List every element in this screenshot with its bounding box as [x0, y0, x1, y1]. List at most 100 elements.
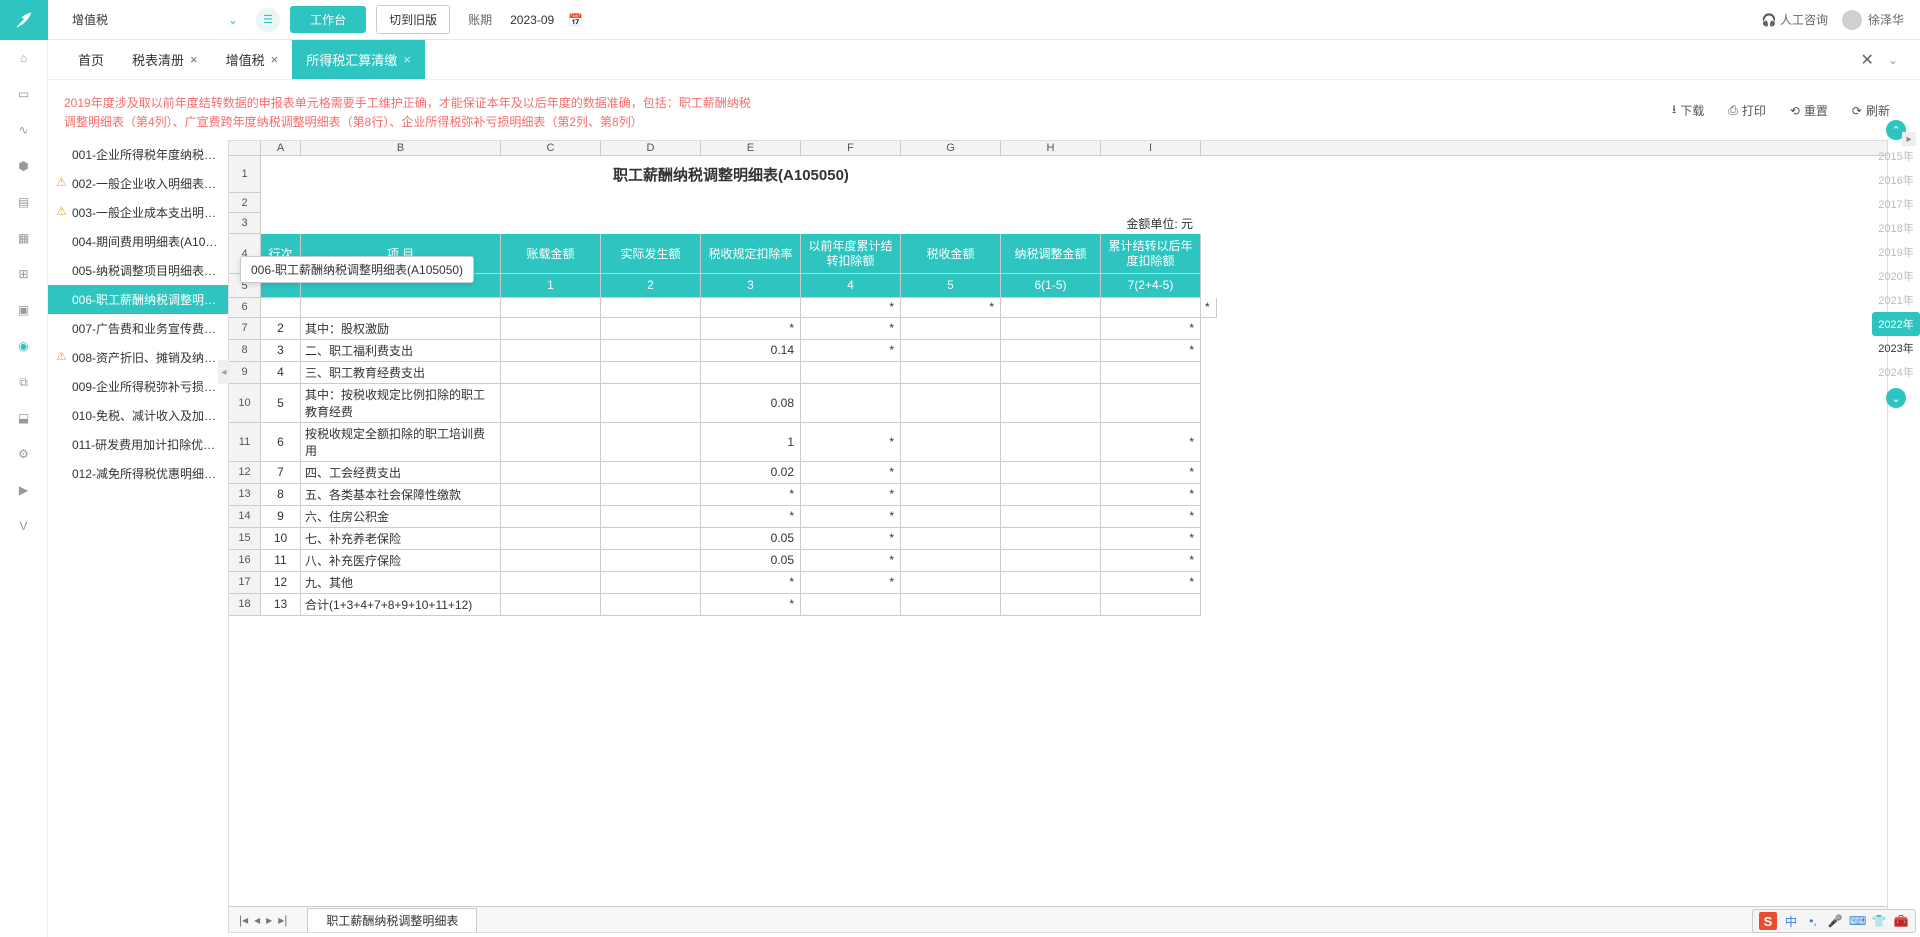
header-cell[interactable]: 实际发生额: [601, 234, 701, 274]
period-value[interactable]: 2023-09: [510, 13, 554, 27]
row-number[interactable]: 3: [261, 340, 301, 362]
data-cell[interactable]: [601, 298, 701, 318]
col-header-B[interactable]: B: [301, 141, 501, 155]
ime-lang[interactable]: 中: [1783, 913, 1799, 930]
header-cell[interactable]: 纳税调整金额: [1001, 234, 1101, 274]
col-header-A[interactable]: A: [261, 141, 301, 155]
item-name[interactable]: 八、补充医疗保险: [301, 550, 501, 572]
data-cell[interactable]: *: [801, 528, 901, 550]
data-cell[interactable]: [901, 362, 1001, 384]
row-header[interactable]: 10: [229, 384, 261, 423]
row-header[interactable]: 1: [229, 156, 261, 193]
data-cell[interactable]: [1001, 550, 1101, 572]
data-cell[interactable]: *: [801, 462, 901, 484]
row-header[interactable]: 12: [229, 462, 261, 484]
sidebar-item-5[interactable]: 006-职工薪酬纳税调整明细...: [48, 285, 228, 314]
tab-0[interactable]: 首页: [64, 40, 118, 79]
data-cell[interactable]: [1101, 594, 1201, 616]
nav-last-icon[interactable]: ▸|: [278, 913, 287, 927]
select-all-corner[interactable]: [229, 141, 261, 155]
data-cell[interactable]: [1001, 318, 1101, 340]
data-cell[interactable]: [901, 318, 1001, 340]
col-header-G[interactable]: G: [901, 141, 1001, 155]
reset-button[interactable]: ⟲重置: [1790, 100, 1828, 121]
tab-3[interactable]: 所得税汇算清缴×: [292, 40, 425, 79]
data-cell[interactable]: [1001, 384, 1101, 423]
data-cell[interactable]: [501, 484, 601, 506]
data-cell[interactable]: *: [1101, 340, 1201, 362]
data-cell[interactable]: [1001, 572, 1101, 594]
row-header[interactable]: 14: [229, 506, 261, 528]
data-cell[interactable]: 0.14: [701, 340, 801, 362]
data-cell[interactable]: [501, 572, 601, 594]
data-cell[interactable]: *: [1101, 528, 1201, 550]
tabs-more-icon[interactable]: ⌄: [1882, 53, 1904, 67]
data-cell[interactable]: [901, 462, 1001, 484]
sidebar-item-1[interactable]: ⚠002-一般企业收入明细表(A...: [48, 169, 228, 198]
data-cell[interactable]: *: [701, 594, 801, 616]
data-cell[interactable]: [901, 506, 1001, 528]
nav-settings-icon[interactable]: ⚙: [14, 444, 34, 464]
data-cell[interactable]: [901, 550, 1001, 572]
year-2021年[interactable]: 2021年: [1872, 288, 1919, 312]
row-header[interactable]: 9: [229, 362, 261, 384]
ime-skin-icon[interactable]: 👕: [1871, 914, 1887, 928]
data-cell[interactable]: [601, 462, 701, 484]
data-cell[interactable]: [701, 298, 801, 318]
row-number[interactable]: 13: [261, 594, 301, 616]
data-cell[interactable]: [801, 594, 901, 616]
item-name[interactable]: 合计(1+3+4+7+8+9+10+11+12): [301, 594, 501, 616]
data-cell[interactable]: [601, 572, 701, 594]
row-header[interactable]: 6: [229, 298, 261, 318]
close-all-tabs[interactable]: ✕: [1853, 50, 1882, 70]
data-cell[interactable]: [701, 362, 801, 384]
row-number[interactable]: 12: [261, 572, 301, 594]
data-cell[interactable]: [1101, 384, 1201, 423]
item-name[interactable]: 其中：按税收规定比例扣除的职工教育经费: [301, 384, 501, 423]
row-number[interactable]: 9: [261, 506, 301, 528]
nav-stamp-icon[interactable]: ⊞: [14, 264, 34, 284]
data-cell[interactable]: *: [1101, 318, 1201, 340]
header-num-cell[interactable]: 1: [501, 274, 601, 297]
data-cell[interactable]: *: [801, 550, 901, 572]
data-cell[interactable]: [601, 550, 701, 572]
data-cell[interactable]: [601, 318, 701, 340]
data-cell[interactable]: [901, 384, 1001, 423]
col-header-F[interactable]: F: [801, 141, 901, 155]
ime-keyboard-icon[interactable]: ⌨: [1849, 914, 1865, 928]
row-header[interactable]: 15: [229, 528, 261, 550]
data-cell[interactable]: [601, 528, 701, 550]
close-icon[interactable]: ×: [190, 52, 198, 67]
nav-v-icon[interactable]: V: [14, 516, 34, 536]
item-name[interactable]: 九、其他: [301, 572, 501, 594]
data-cell[interactable]: [501, 362, 601, 384]
row-header[interactable]: 18: [229, 594, 261, 616]
col-header-E[interactable]: E: [701, 141, 801, 155]
row-header[interactable]: 11: [229, 423, 261, 462]
workbench-button[interactable]: 工作台: [290, 6, 366, 33]
switch-old-button[interactable]: 切到旧版: [376, 5, 450, 34]
nav-home-icon[interactable]: ⌂: [14, 48, 34, 68]
data-cell[interactable]: [1001, 528, 1101, 550]
year-2020年[interactable]: 2020年: [1872, 264, 1919, 288]
item-name[interactable]: 五、各类基本社会保障性缴款: [301, 484, 501, 506]
sidebar-item-8[interactable]: 009-企业所得税弥补亏损明...: [48, 372, 228, 401]
data-cell[interactable]: [601, 384, 701, 423]
row-number[interactable]: 2: [261, 318, 301, 340]
header-num-cell[interactable]: 7(2+4-5): [1101, 274, 1201, 297]
item-name[interactable]: 二、职工福利费支出: [301, 340, 501, 362]
row-header[interactable]: 16: [229, 550, 261, 572]
col-header-I[interactable]: I: [1101, 141, 1201, 155]
data-cell[interactable]: [1001, 594, 1101, 616]
data-cell[interactable]: [501, 423, 601, 462]
data-cell[interactable]: 0.05: [701, 550, 801, 572]
consult-link[interactable]: 🎧 人工咨询: [1762, 11, 1828, 28]
data-cell[interactable]: [501, 318, 601, 340]
close-icon[interactable]: ×: [271, 52, 279, 67]
year-2023年[interactable]: 2023年: [1872, 336, 1919, 360]
year-2019年[interactable]: 2019年: [1872, 240, 1919, 264]
data-cell[interactable]: *: [1101, 506, 1201, 528]
header-num-cell[interactable]: 2: [601, 274, 701, 297]
data-cell[interactable]: *: [1101, 484, 1201, 506]
nav-chart-icon[interactable]: ∿: [14, 120, 34, 140]
